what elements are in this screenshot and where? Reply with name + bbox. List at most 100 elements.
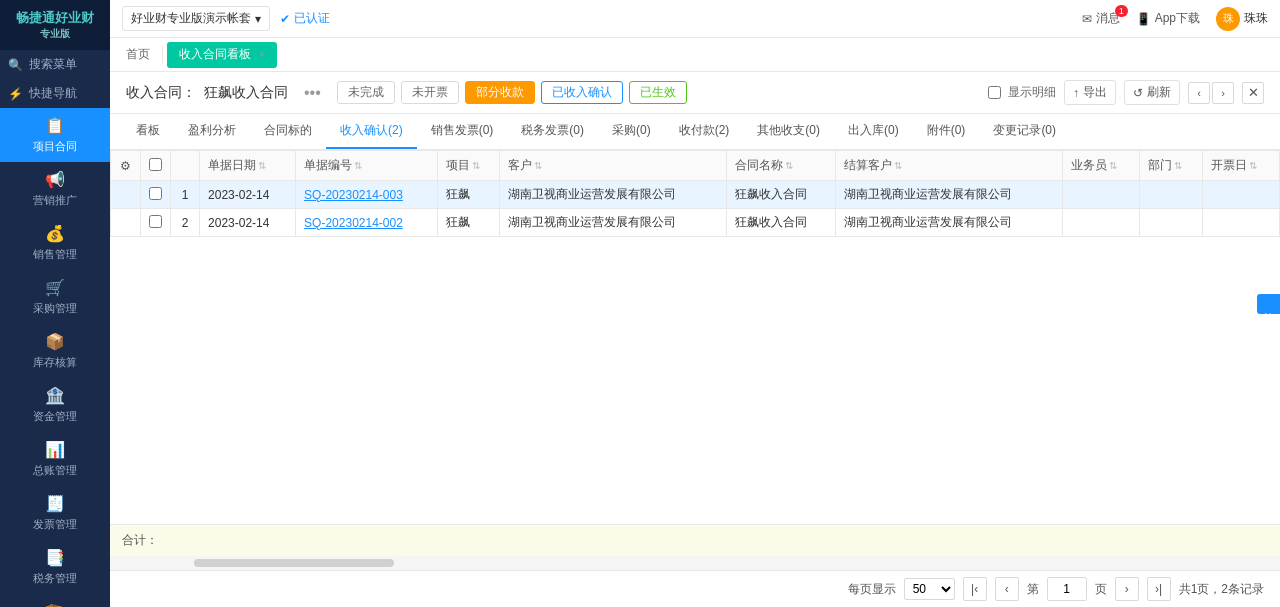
last-page-button[interactable]: ›| xyxy=(1147,577,1171,601)
total-info: 共1页，2条记录 xyxy=(1179,581,1264,598)
row-open-date xyxy=(1202,209,1279,237)
row-doc-number[interactable]: SQ-20230214-003 xyxy=(296,181,438,209)
sidebar-item-quicknav[interactable]: ⚡ 快捷导航 xyxy=(0,79,110,108)
row-checkbox[interactable] xyxy=(141,181,171,209)
sidebar-item-inventory[interactable]: 📦 库存核算 xyxy=(0,324,110,378)
prev-button[interactable]: ‹ xyxy=(1188,82,1210,104)
tab-home[interactable]: 首页 xyxy=(118,38,158,72)
tab-payment[interactable]: 收付款(2) xyxy=(665,114,744,149)
content-area: 收入合同： 狂飙收入合同 ••• 未完成 未开票 部分收款 已收入确认 已生效 … xyxy=(110,72,1280,607)
show-detail-checkbox[interactable] xyxy=(988,86,1001,99)
row-customer: 湖南卫视商业运营发展有限公司 xyxy=(500,181,727,209)
row-settings xyxy=(111,181,141,209)
tab-changes[interactable]: 变更记录(0) xyxy=(979,114,1070,149)
header-right-actions: 显示明细 ↑ 导出 ↺ 刷新 ‹ › ✕ xyxy=(988,80,1264,105)
topbar: 好业财专业版演示帐套 ▾ ✔ 已认证 ✉ 1 消息 📱 App下载 珠 珠珠 xyxy=(110,0,1280,38)
page-input[interactable] xyxy=(1047,577,1087,601)
more-button[interactable]: ••• xyxy=(296,84,329,102)
status-uninvoiced[interactable]: 未开票 xyxy=(401,81,459,104)
settings-column-header[interactable]: ⚙ xyxy=(111,151,141,181)
table-row: 1 2023-02-14 SQ-20230214-003 狂飙 湖南卫视商业运营… xyxy=(111,181,1280,209)
avatar: 珠 xyxy=(1216,7,1240,31)
row-contract: 狂飙收入合同 xyxy=(727,209,836,237)
row-doc-number[interactable]: SQ-20230214-002 xyxy=(296,209,438,237)
sidebar-item-sales[interactable]: 💰 销售管理 xyxy=(0,216,110,270)
sort-icon: ⇅ xyxy=(1174,160,1182,171)
opendate-column-header[interactable]: 开票日⇅ xyxy=(1202,151,1279,181)
tab-other[interactable]: 其他收支(0) xyxy=(743,114,834,149)
row-select-checkbox[interactable] xyxy=(149,215,162,228)
horizontal-scrollbar[interactable] xyxy=(110,556,1280,570)
company-name: 好业财专业版演示帐套 xyxy=(131,10,251,27)
user-menu[interactable]: 珠 珠珠 xyxy=(1216,7,1268,31)
next-page-button[interactable]: › xyxy=(1115,577,1139,601)
scroll-thumb[interactable] xyxy=(194,559,394,567)
per-page-select[interactable]: 50 20 100 xyxy=(904,578,955,600)
sidebar-item-search[interactable]: 🔍 搜索菜单 xyxy=(0,50,110,79)
status-partial[interactable]: 部分收款 xyxy=(465,81,535,104)
checkbox-column-header[interactable] xyxy=(141,151,171,181)
tab-revenue-confirm[interactable]: 收入确认(2) xyxy=(326,114,417,149)
number-column-header[interactable]: 单据编号⇅ xyxy=(296,151,438,181)
sidebar-item-fixed-assets[interactable]: 🏗️ 固定资产 xyxy=(0,594,110,607)
data-table: ⚙ 单据日期⇅ 单据编号⇅ 项目⇅ 客户⇅ xyxy=(110,150,1280,237)
app-download-button[interactable]: 📱 App下载 xyxy=(1136,10,1200,27)
tab-warehouse[interactable]: 出入库(0) xyxy=(834,114,913,149)
sidebar: 畅捷通好业财 专业版 🔍 搜索菜单 ⚡ 快捷导航 📋 项目合同 📢 营销推广 💰… xyxy=(0,0,110,607)
show-detail-toggle[interactable]: 显示明细 xyxy=(988,84,1056,101)
tab-profit[interactable]: 盈利分析 xyxy=(174,114,250,149)
nav-arrows: ‹ › xyxy=(1188,82,1234,104)
tab-contract-board[interactable]: 收入合同看板 × xyxy=(167,42,277,68)
sidebar-item-funds[interactable]: 🏦 资金管理 xyxy=(0,378,110,432)
tab-purchase[interactable]: 采购(0) xyxy=(598,114,665,149)
tab-close-button[interactable]: × xyxy=(259,49,265,60)
row-project: 狂飙 xyxy=(437,181,500,209)
sidebar-item-project-contract[interactable]: 📋 项目合同 xyxy=(0,108,110,162)
tab-sales-invoice[interactable]: 销售发票(0) xyxy=(417,114,508,149)
rownum-column-header xyxy=(171,151,200,181)
tab-tax-invoice[interactable]: 税务发票(0) xyxy=(507,114,598,149)
side-note-button[interactable]: 便签 xyxy=(1257,294,1280,314)
select-all-checkbox[interactable] xyxy=(149,158,162,171)
customer-column-header[interactable]: 客户⇅ xyxy=(500,151,727,181)
department-column-header[interactable]: 部门⇅ xyxy=(1140,151,1203,181)
row-checkbox[interactable] xyxy=(141,209,171,237)
topbar-right: ✉ 1 消息 📱 App下载 珠 珠珠 xyxy=(1082,7,1268,31)
row-department xyxy=(1140,181,1203,209)
tab-kanban[interactable]: 看板 xyxy=(122,114,174,149)
sidebar-item-marketing[interactable]: 📢 营销推广 xyxy=(0,162,110,216)
sort-icon: ⇅ xyxy=(258,160,266,171)
main-area: 好业财专业版演示帐套 ▾ ✔ 已认证 ✉ 1 消息 📱 App下载 珠 珠珠 xyxy=(110,0,1280,607)
export-button[interactable]: ↑ 导出 xyxy=(1064,80,1116,105)
first-page-button[interactable]: |‹ xyxy=(963,577,987,601)
status-incomplete[interactable]: 未完成 xyxy=(337,81,395,104)
project-column-header[interactable]: 项目⇅ xyxy=(437,151,500,181)
fixed-assets-icon: 🏗️ xyxy=(45,602,65,607)
refresh-button[interactable]: ↺ 刷新 xyxy=(1124,80,1180,105)
row-end-customer: 湖南卫视商业运营发展有限公司 xyxy=(836,209,1063,237)
sidebar-item-general[interactable]: 📊 总账管理 xyxy=(0,432,110,486)
company-selector[interactable]: 好业财专业版演示帐套 ▾ xyxy=(122,6,270,31)
funds-icon: 🏦 xyxy=(45,386,65,405)
contract-header: 收入合同： 狂飙收入合同 ••• 未完成 未开票 部分收款 已收入确认 已生效 … xyxy=(110,72,1280,114)
row-salesman xyxy=(1063,209,1140,237)
tab-attachment[interactable]: 附件(0) xyxy=(913,114,980,149)
message-button[interactable]: ✉ 1 消息 xyxy=(1082,10,1120,27)
prev-page-button[interactable]: ‹ xyxy=(995,577,1019,601)
search-icon: 🔍 xyxy=(8,58,23,72)
salesman-column-header[interactable]: 业务员⇅ xyxy=(1063,151,1140,181)
sidebar-item-purchase[interactable]: 🛒 采购管理 xyxy=(0,270,110,324)
end-customer-column-header[interactable]: 结算客户⇅ xyxy=(836,151,1063,181)
close-panel-button[interactable]: ✕ xyxy=(1242,82,1264,104)
sidebar-item-invoice[interactable]: 🧾 发票管理 xyxy=(0,486,110,540)
status-confirmed[interactable]: 已收入确认 xyxy=(541,81,623,104)
status-active[interactable]: 已生效 xyxy=(629,81,687,104)
date-column-header[interactable]: 单据日期⇅ xyxy=(200,151,296,181)
row-select-checkbox[interactable] xyxy=(149,187,162,200)
next-button[interactable]: › xyxy=(1212,82,1234,104)
sort-icon: ⇅ xyxy=(785,160,793,171)
sidebar-item-tax[interactable]: 📑 税务管理 xyxy=(0,540,110,594)
tab-subject[interactable]: 合同标的 xyxy=(250,114,326,149)
contract-column-header[interactable]: 合同名称⇅ xyxy=(727,151,836,181)
sort-icon: ⇅ xyxy=(1249,160,1257,171)
